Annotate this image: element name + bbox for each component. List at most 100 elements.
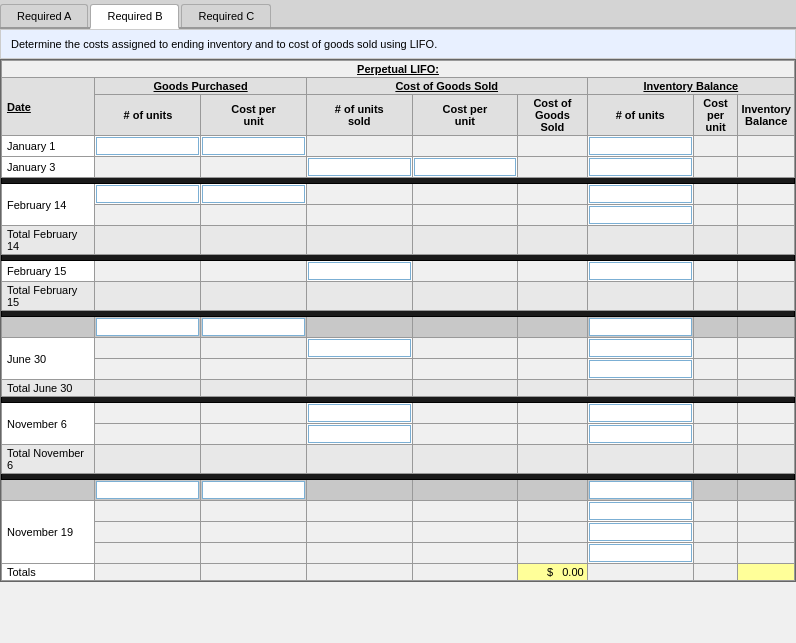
cell[interactable] [201,480,306,501]
cell [587,564,693,581]
cell[interactable] [306,157,412,178]
table-row [2,480,795,501]
input-field[interactable] [589,502,692,520]
cell [95,205,201,226]
input-field[interactable] [589,185,692,203]
input-field[interactable] [589,481,692,499]
cell[interactable] [587,136,693,157]
cell [693,564,738,581]
cell [201,564,306,581]
cell[interactable] [306,424,412,445]
input-field[interactable] [589,523,692,541]
cell[interactable] [587,184,693,205]
cell[interactable] [587,261,693,282]
cell[interactable] [95,136,201,157]
cell[interactable] [587,317,693,338]
input-field[interactable] [96,481,199,499]
input-field[interactable] [308,262,411,280]
cell[interactable] [201,136,306,157]
cell [693,403,738,424]
cell [518,184,588,205]
cell [95,424,201,445]
cell [518,501,588,522]
cell[interactable] [306,261,412,282]
input-field[interactable] [96,318,199,336]
cell [738,445,795,474]
cell [587,380,693,397]
tab-required-b[interactable]: Required B [90,4,179,29]
input-field[interactable] [589,137,692,155]
cell[interactable] [587,501,693,522]
input-field[interactable] [308,158,411,176]
tab-required-c[interactable]: Required C [181,4,271,27]
input-field[interactable] [96,137,199,155]
totals-ib-value [738,564,795,581]
cell [518,261,588,282]
input-field[interactable] [308,404,411,422]
cell [518,226,588,255]
cell [738,282,795,311]
input-field[interactable] [202,481,304,499]
date-label: February 14 [2,184,95,226]
col-group-inventory: Inventory Balance [587,78,794,95]
cell [693,543,738,564]
cell [412,564,517,581]
cell [738,424,795,445]
cell[interactable] [95,317,201,338]
table-row [2,543,795,564]
tab-required-a[interactable]: Required A [0,4,88,27]
tabs-container: Required A Required B Required C [0,0,796,29]
input-field[interactable] [202,185,304,203]
cell[interactable] [95,480,201,501]
table-row [2,359,795,380]
cell[interactable] [201,184,306,205]
cell [587,282,693,311]
cell [518,543,588,564]
input-field[interactable] [589,544,692,562]
cell[interactable] [587,205,693,226]
cell [693,380,738,397]
cell [693,261,738,282]
cell [738,184,795,205]
input-field[interactable] [589,158,692,176]
input-field[interactable] [202,137,304,155]
input-field[interactable] [308,339,411,357]
cell[interactable] [587,338,693,359]
total-row: Total February 14 [2,226,795,255]
cell[interactable] [587,359,693,380]
totals-row: Totals $ 0.00 [2,564,795,581]
date-label: November 6 [2,403,95,445]
cell [738,403,795,424]
table-row: November 6 [2,403,795,424]
cell [95,282,201,311]
input-field[interactable] [589,262,692,280]
cell[interactable] [412,157,517,178]
total-row: Total February 15 [2,282,795,311]
input-field[interactable] [308,425,411,443]
cell[interactable] [587,403,693,424]
input-field[interactable] [589,360,692,378]
cell[interactable] [306,338,412,359]
cell[interactable] [587,157,693,178]
tab-bar: Required A Required B Required C [0,0,796,29]
input-field[interactable] [96,185,199,203]
input-field[interactable] [589,339,692,357]
cell[interactable] [95,184,201,205]
input-field[interactable] [589,425,692,443]
cell[interactable] [587,543,693,564]
cell[interactable] [306,403,412,424]
input-field[interactable] [589,318,692,336]
input-field[interactable] [589,206,692,224]
date-label [2,317,95,338]
cell[interactable] [587,480,693,501]
cell [306,136,412,157]
input-field[interactable] [202,318,304,336]
cell[interactable] [201,317,306,338]
cell [518,424,588,445]
cell[interactable] [587,424,693,445]
cell [306,317,412,338]
input-field[interactable] [589,404,692,422]
cell[interactable] [587,522,693,543]
input-field[interactable] [414,158,516,176]
cell [518,359,588,380]
